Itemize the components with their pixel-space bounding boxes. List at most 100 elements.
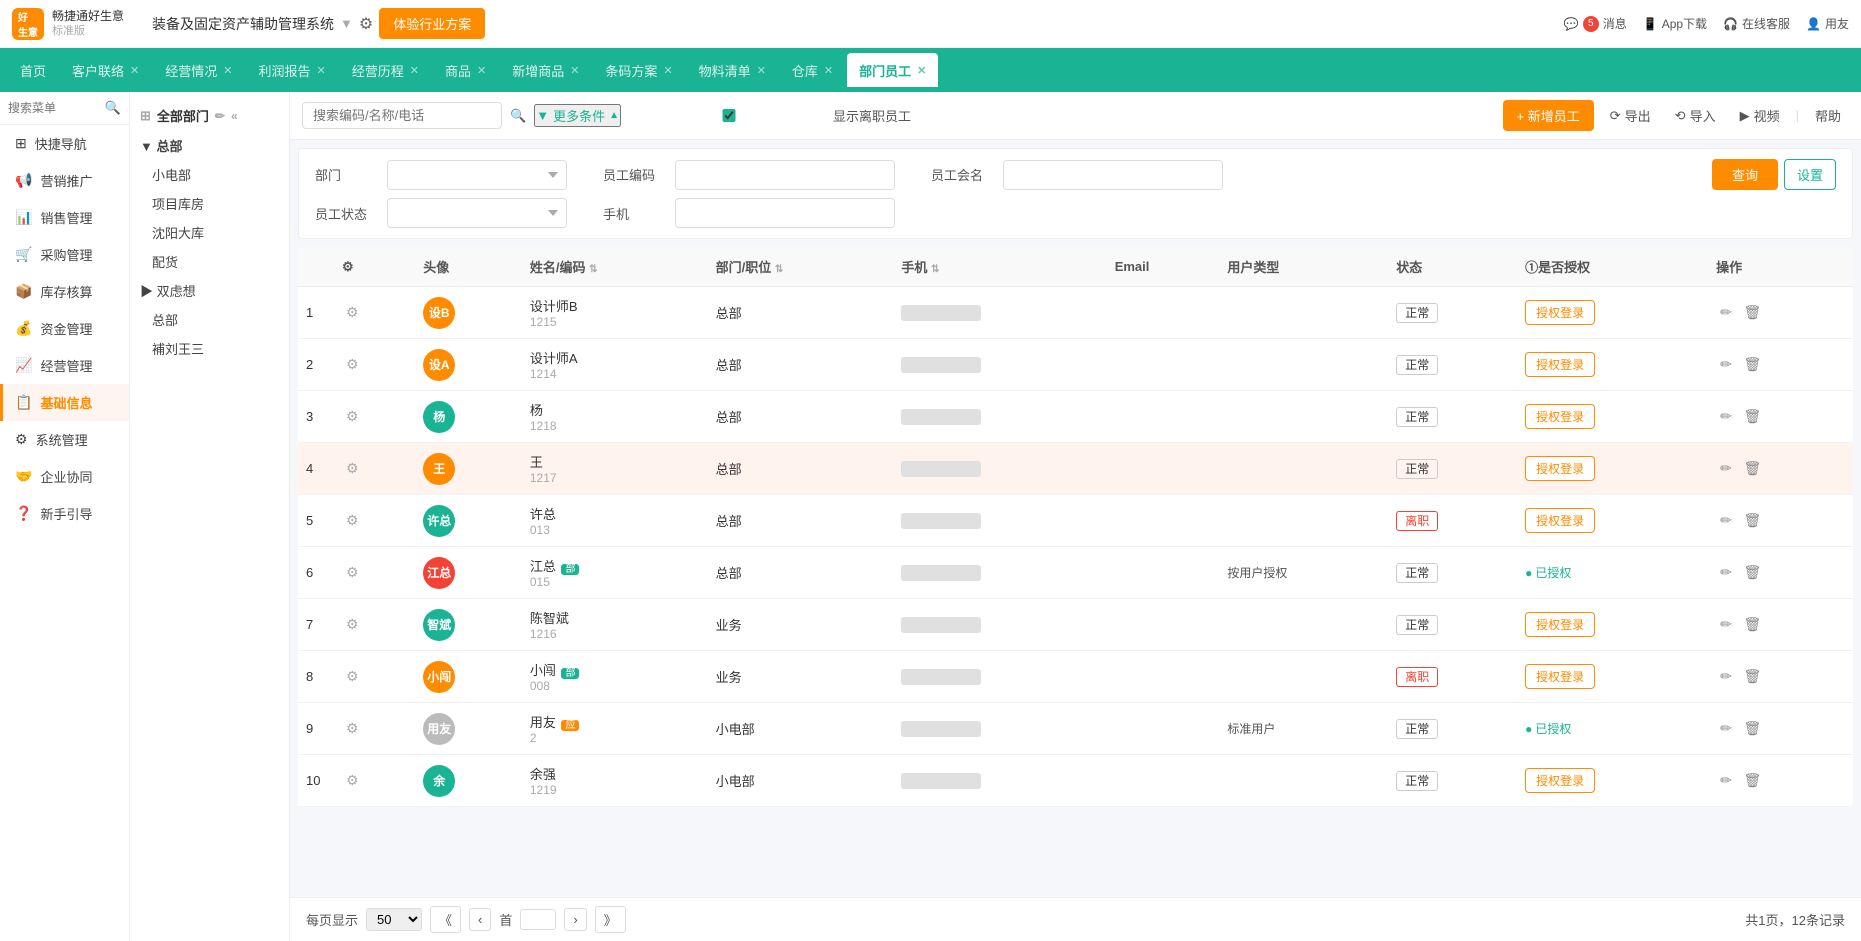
- cell-settings[interactable]: ⚙: [334, 703, 415, 755]
- row-settings-button[interactable]: ⚙: [342, 562, 363, 583]
- emp-status-filter-select[interactable]: [387, 198, 567, 228]
- nav-tab-profit[interactable]: 利润报告✕: [246, 53, 337, 87]
- nav-tab-materials[interactable]: 物料清单✕: [687, 53, 778, 87]
- dept-tree-item[interactable]: 总部: [130, 305, 289, 334]
- nav-tab-home[interactable]: 首页: [8, 53, 58, 87]
- edit-button[interactable]: ✏: [1716, 770, 1736, 791]
- auth-login-button[interactable]: 授权登录: [1525, 612, 1595, 637]
- next-page-button[interactable]: ›: [564, 908, 586, 931]
- cell-settings[interactable]: ⚙: [334, 287, 415, 339]
- dept-tree-item[interactable]: 沈阳大库: [130, 218, 289, 247]
- dept-tree-item[interactable]: ▼ 总部: [130, 131, 289, 160]
- message-button[interactable]: 💬 5 消息: [1564, 15, 1627, 32]
- delete-button[interactable]: 🗑: [1740, 510, 1766, 531]
- sidebar-item-purchase[interactable]: 🛒 采购管理: [0, 236, 129, 273]
- page-input[interactable]: 1: [520, 909, 556, 930]
- cell-is-authorized[interactable]: 授权登录: [1517, 755, 1708, 807]
- dept-tree-item[interactable]: 小电部: [130, 160, 289, 189]
- edit-button[interactable]: ✏: [1716, 562, 1736, 583]
- gear-button[interactable]: ⚙: [359, 14, 373, 34]
- online-service-button[interactable]: 🎧 在线客服: [1723, 15, 1790, 32]
- close-tab-icon[interactable]: ✕: [410, 64, 419, 77]
- sidebar-item-inventory[interactable]: 📦 库存核算: [0, 273, 129, 310]
- emp-code-filter-input[interactable]: [675, 160, 895, 190]
- cell-settings[interactable]: ⚙: [334, 547, 415, 599]
- dept-tree-item[interactable]: 補刘王三: [130, 334, 289, 363]
- emp-name-filter-input[interactable]: [1003, 160, 1223, 190]
- col-name_code[interactable]: 姓名/编码 ⇅: [522, 247, 708, 287]
- cell-settings[interactable]: ⚙: [334, 339, 415, 391]
- cell-is-authorized[interactable]: 授权登录: [1517, 443, 1708, 495]
- delete-button[interactable]: 🗑: [1740, 458, 1766, 479]
- col-phone[interactable]: 手机 ⇅: [893, 247, 1106, 287]
- app-download-button[interactable]: 📱 App下载: [1643, 15, 1707, 32]
- delete-button[interactable]: 🗑: [1740, 666, 1766, 687]
- sidebar-item-operations[interactable]: 📈 经营管理: [0, 347, 129, 384]
- nav-tab-history[interactable]: 经营历程✕: [340, 53, 431, 87]
- auth-login-button[interactable]: 授权登录: [1525, 456, 1595, 481]
- auth-login-button[interactable]: 授权登录: [1525, 300, 1595, 325]
- delete-button[interactable]: 🗑: [1740, 718, 1766, 739]
- sidebar-item-enterprise[interactable]: 🤝 企业协同: [0, 458, 129, 495]
- sidebar-item-finance[interactable]: 💰 资金管理: [0, 310, 129, 347]
- cell-settings[interactable]: ⚙: [334, 391, 415, 443]
- edit-button[interactable]: ✏: [1716, 458, 1736, 479]
- row-settings-button[interactable]: ⚙: [342, 666, 363, 687]
- sidebar-item-sales[interactable]: 📊 销售管理: [0, 199, 129, 236]
- sidebar-item-guide[interactable]: ❓ 新手引导: [0, 495, 129, 532]
- cell-is-authorized[interactable]: 授权登录: [1517, 651, 1708, 703]
- close-tab-icon[interactable]: ✕: [757, 64, 766, 77]
- dept-tree-item[interactable]: 项目库房: [130, 189, 289, 218]
- dept-filter-select[interactable]: [387, 160, 567, 190]
- auth-login-button[interactable]: 授权登录: [1525, 508, 1595, 533]
- auth-login-button[interactable]: 授权登录: [1525, 768, 1595, 793]
- row-settings-button[interactable]: ⚙: [342, 614, 363, 635]
- row-settings-button[interactable]: ⚙: [342, 458, 363, 479]
- prev-page-button[interactable]: ‹: [469, 908, 491, 931]
- cell-is-authorized[interactable]: 授权登录: [1517, 495, 1708, 547]
- row-settings-button[interactable]: ⚙: [342, 718, 363, 739]
- row-settings-button[interactable]: ⚙: [342, 406, 363, 427]
- edit-button[interactable]: ✏: [1716, 666, 1736, 687]
- search-input[interactable]: [302, 102, 502, 129]
- cell-settings[interactable]: ⚙: [334, 495, 415, 547]
- close-tab-icon[interactable]: ✕: [917, 64, 926, 77]
- auth-login-button[interactable]: 授权登录: [1525, 404, 1595, 429]
- edit-button[interactable]: ✏: [1716, 510, 1736, 531]
- close-tab-icon[interactable]: ✕: [317, 64, 326, 77]
- edit-icon[interactable]: ✏: [215, 109, 225, 123]
- delete-button[interactable]: 🗑: [1740, 614, 1766, 635]
- edit-button[interactable]: ✏: [1716, 718, 1736, 739]
- edit-button[interactable]: ✏: [1716, 614, 1736, 635]
- delete-button[interactable]: 🗑: [1740, 354, 1766, 375]
- import-button[interactable]: ⟲ 导入: [1667, 101, 1724, 130]
- close-tab-icon[interactable]: ✕: [477, 64, 486, 77]
- row-settings-button[interactable]: ⚙: [342, 354, 363, 375]
- page-size-select[interactable]: 50 100 200: [366, 908, 422, 931]
- sidebar-item-quick_nav[interactable]: ⊞ 快捷导航: [0, 125, 129, 162]
- first-page-button[interactable]: 《: [430, 906, 461, 933]
- export-button[interactable]: ⟳ 导出: [1602, 101, 1659, 130]
- dept-tree-item[interactable]: 配货: [130, 247, 289, 276]
- nav-tab-add_goods[interactable]: 新增商品✕: [500, 53, 591, 87]
- row-settings-button[interactable]: ⚙: [342, 302, 363, 323]
- search-input[interactable]: [8, 101, 105, 115]
- collapse-icon[interactable]: «: [231, 109, 238, 123]
- delete-button[interactable]: 🗑: [1740, 302, 1766, 323]
- chevron-down-icon[interactable]: ▼: [340, 16, 353, 31]
- sidebar-item-marketing[interactable]: 📢 营销推广: [0, 162, 129, 199]
- auth-login-button[interactable]: 授权登录: [1525, 664, 1595, 689]
- nav-tab-staff[interactable]: 部门员工✕: [847, 53, 938, 87]
- cell-settings[interactable]: ⚙: [334, 599, 415, 651]
- auth-login-button[interactable]: 授权登录: [1525, 352, 1595, 377]
- nav-tab-business[interactable]: 经营情况✕: [153, 53, 244, 87]
- cell-settings[interactable]: ⚙: [334, 651, 415, 703]
- cell-is-authorized[interactable]: 授权登录: [1517, 599, 1708, 651]
- more-conditions-button[interactable]: ▼ 更多条件 ▲: [534, 104, 621, 127]
- user-button[interactable]: 👤 用友: [1806, 15, 1849, 32]
- close-tab-icon[interactable]: ✕: [824, 64, 833, 77]
- last-page-button[interactable]: 》: [595, 906, 626, 933]
- delete-button[interactable]: 🗑: [1740, 406, 1766, 427]
- view-button[interactable]: ▶ 视频: [1732, 101, 1788, 130]
- cell-is-authorized[interactable]: 授权登录: [1517, 339, 1708, 391]
